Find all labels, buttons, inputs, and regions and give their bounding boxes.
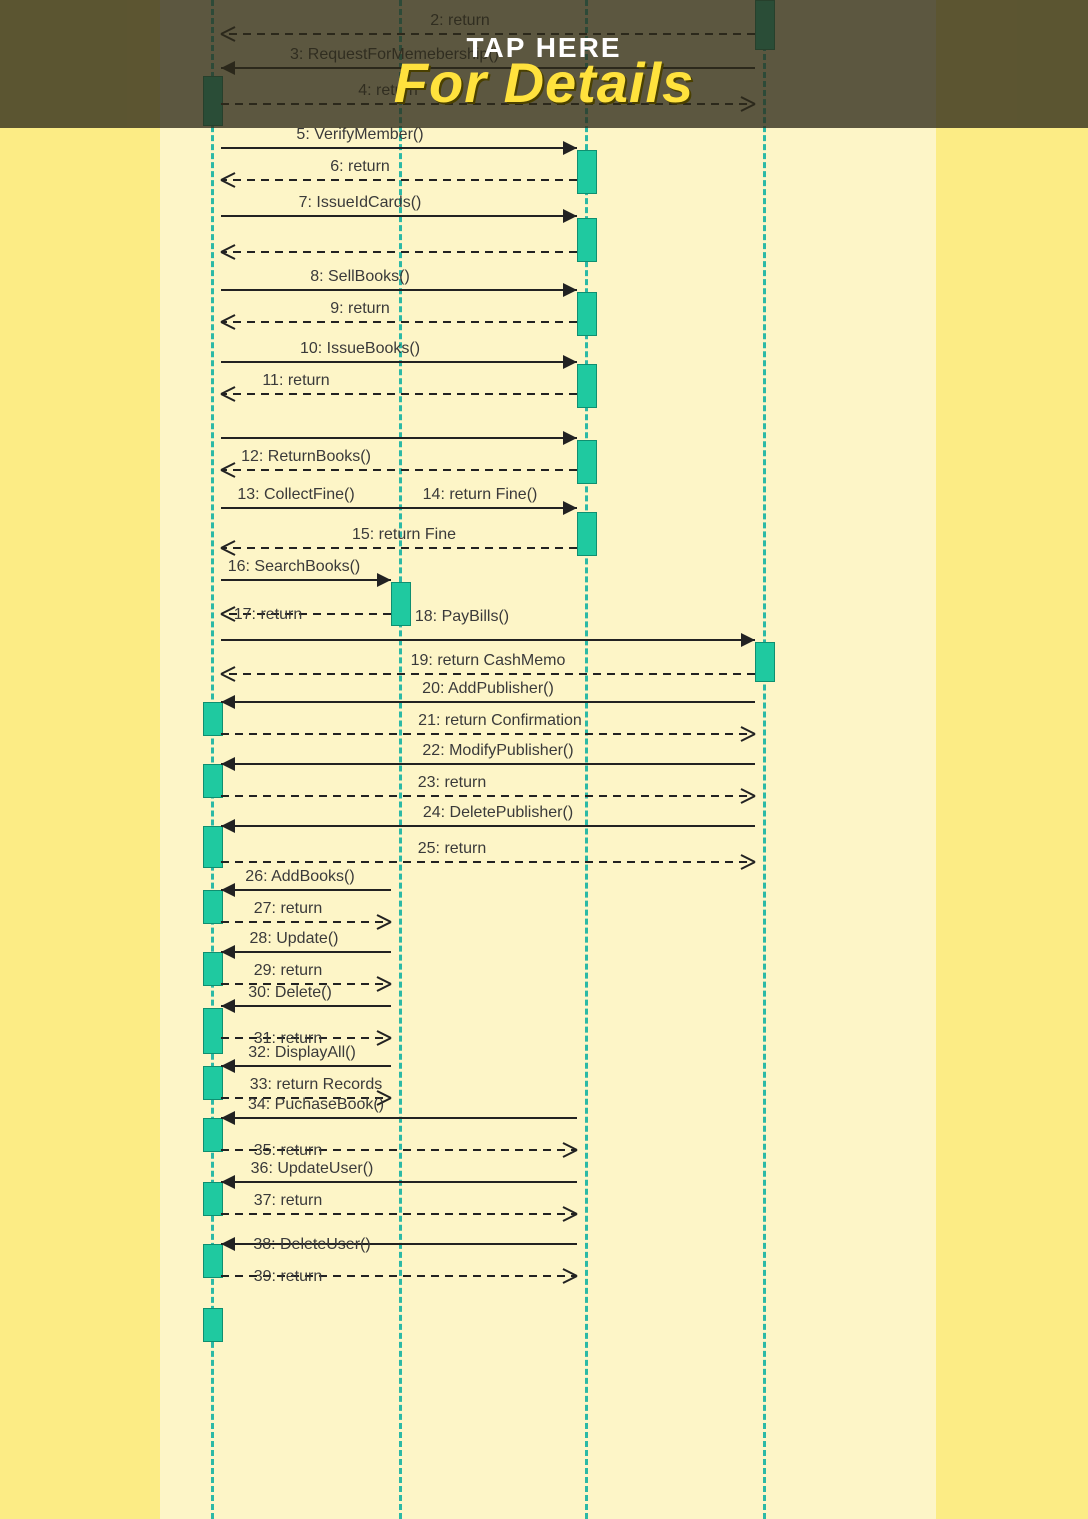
message-label: 24: DeletePublisher() xyxy=(398,804,598,822)
message-label: 15: return Fine xyxy=(304,526,504,544)
message-arrow xyxy=(0,309,1088,335)
message-label: 30: Delete() xyxy=(190,984,390,1002)
message-label: 29: return xyxy=(188,962,388,980)
message-label: 28: Update() xyxy=(194,930,394,948)
message-arrow xyxy=(0,1169,1088,1195)
message-label: 17: return xyxy=(168,606,368,624)
message-label: 5: VerifyMember() xyxy=(260,126,460,144)
message-label: 33: return Records xyxy=(216,1076,416,1094)
message-arrow xyxy=(0,627,1088,653)
cta-overlay[interactable]: TAP HERE For Details xyxy=(0,0,1088,128)
message-arrow xyxy=(0,239,1088,265)
message-arrow xyxy=(0,909,1088,935)
message-label: 13: CollectFine() xyxy=(196,486,396,504)
message-label: 14: return Fine() xyxy=(380,486,580,504)
message-label: 21: return Confirmation xyxy=(400,712,600,730)
message-label: 39: return xyxy=(188,1268,388,1286)
message-arrow xyxy=(0,1231,1088,1257)
message-label: 25: return xyxy=(352,840,552,858)
message-arrow xyxy=(0,993,1088,1019)
message-arrow xyxy=(0,135,1088,161)
message-label: 23: return xyxy=(352,774,552,792)
activation-bar xyxy=(203,1308,223,1342)
message-arrow xyxy=(0,939,1088,965)
message-arrow xyxy=(0,1105,1088,1131)
message-arrow xyxy=(0,349,1088,375)
message-arrow xyxy=(0,567,1088,593)
message-arrow xyxy=(0,167,1088,193)
message-label: 8: SellBooks() xyxy=(260,268,460,286)
message-label: 12: ReturnBooks() xyxy=(206,448,406,466)
message-label: 38: DeleteUser() xyxy=(212,1236,412,1254)
message-label: 6: return xyxy=(260,158,460,176)
message-arrow xyxy=(0,381,1088,407)
message-arrow xyxy=(0,1053,1088,1079)
message-arrow xyxy=(0,203,1088,229)
message-label: 36: UpdateUser() xyxy=(212,1160,412,1178)
message-label: 16: SearchBooks() xyxy=(194,558,394,576)
message-label: 35: return xyxy=(188,1142,388,1160)
message-arrow xyxy=(0,277,1088,303)
message-label: 9: return xyxy=(260,300,460,318)
message-label: 11: return xyxy=(196,372,396,390)
message-label: 18: PayBills() xyxy=(362,608,562,626)
message-label: 34: PuchaseBook() xyxy=(216,1096,416,1114)
message-arrow xyxy=(0,1201,1088,1227)
message-label: 19: return CashMemo xyxy=(388,652,588,670)
message-label: 37: return xyxy=(188,1192,388,1210)
message-arrow xyxy=(0,457,1088,483)
message-label: 10: IssueBooks() xyxy=(260,340,460,358)
message-label: 26: AddBooks() xyxy=(200,868,400,886)
message-label: 7: IssueIdCards() xyxy=(260,194,460,212)
message-label: 22: ModifyPublisher() xyxy=(398,742,598,760)
message-arrow xyxy=(0,877,1088,903)
cta-details-text: For Details xyxy=(394,51,694,114)
message-label: 27: return xyxy=(188,900,388,918)
message-arrow xyxy=(0,1025,1088,1051)
message-label: 20: AddPublisher() xyxy=(388,680,588,698)
message-arrow xyxy=(0,535,1088,561)
message-label: 32: DisplayAll() xyxy=(202,1044,402,1062)
message-arrow xyxy=(0,1137,1088,1163)
message-arrow xyxy=(0,1263,1088,1289)
message-arrow xyxy=(0,425,1088,451)
